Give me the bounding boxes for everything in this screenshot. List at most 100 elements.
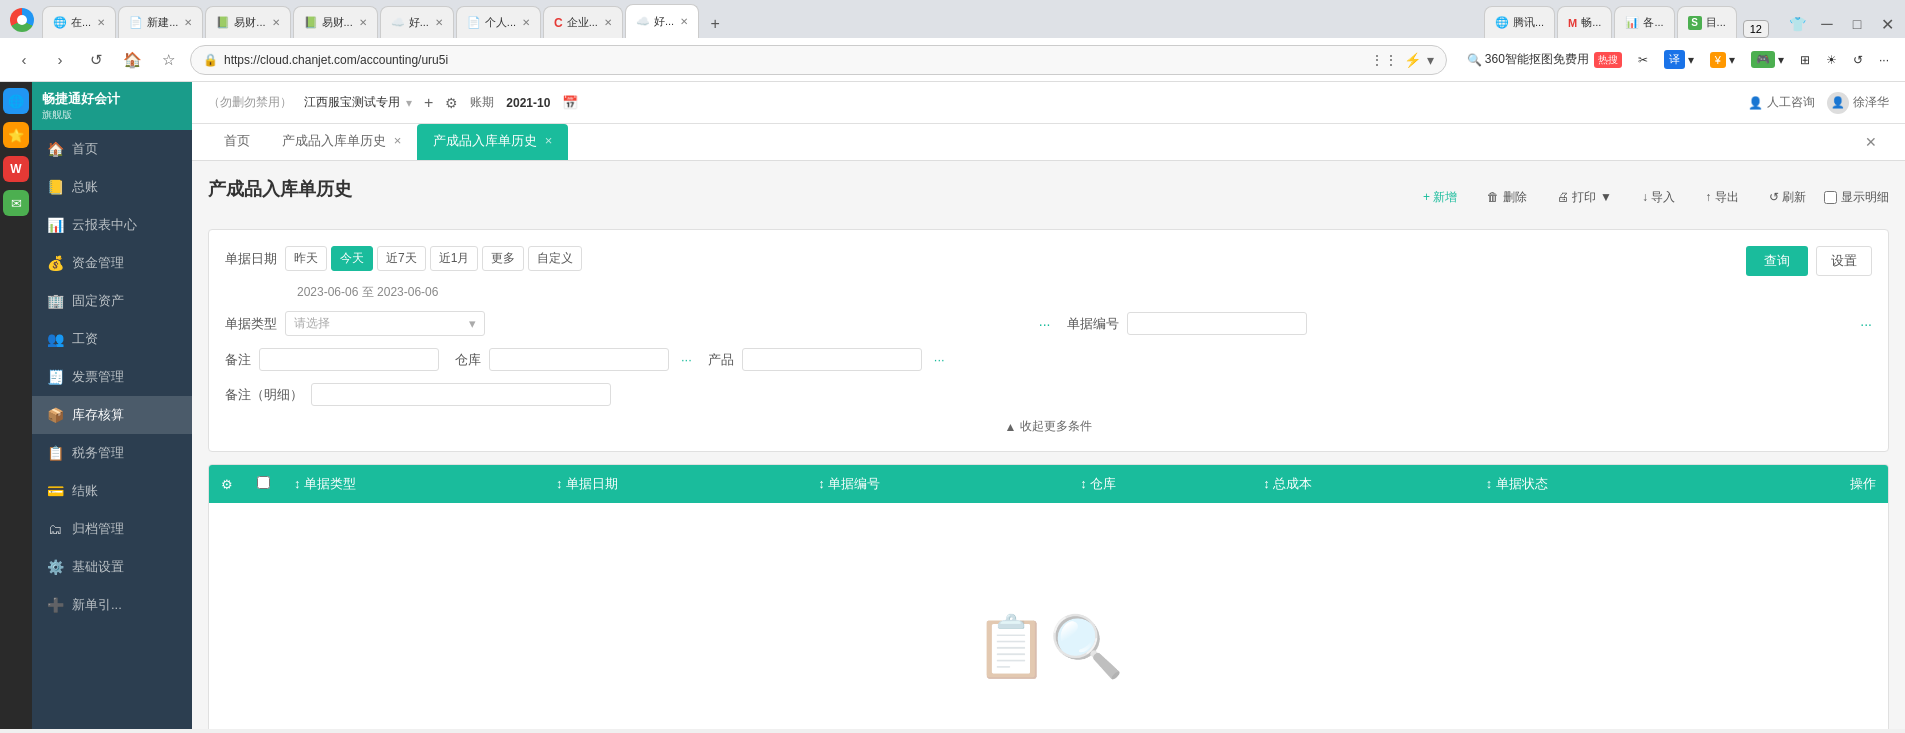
tab-close-5[interactable]: ✕ xyxy=(435,17,443,28)
sidebar-item-inventory[interactable]: 📦 库存核算 xyxy=(32,396,192,434)
company-selector[interactable]: 江西服宝测试专用 ▾ xyxy=(304,94,412,111)
apps-icon[interactable]: ⋮⋮ xyxy=(1370,52,1398,68)
tab-2[interactable]: 📄新建... ✕ xyxy=(118,6,203,38)
app-icon-star[interactable]: ⭐ xyxy=(3,122,29,148)
tab-close-8[interactable]: ✕ xyxy=(680,16,688,27)
tab-close-3[interactable]: ✕ xyxy=(272,17,280,28)
shirt-icon[interactable]: 👕 xyxy=(1783,10,1811,38)
app-icon-weibo[interactable]: W xyxy=(3,156,29,182)
add-company-btn[interactable]: + xyxy=(424,94,433,112)
show-detail-checkbox[interactable]: 显示明细 xyxy=(1824,189,1889,206)
bookmark-btn[interactable]: ☆ xyxy=(154,46,182,74)
panel-close-btn[interactable]: ✕ xyxy=(1853,126,1889,158)
number-input[interactable] xyxy=(1127,312,1307,335)
warehouse-dots[interactable]: ··· xyxy=(681,352,692,367)
warehouse-input[interactable] xyxy=(489,348,669,371)
1month-btn[interactable]: 近1月 xyxy=(430,246,479,271)
game-tool[interactable]: 🎮 ▾ xyxy=(1745,48,1790,71)
col-warehouse[interactable]: ↕ 仓库 xyxy=(1068,465,1251,503)
grid-tool[interactable]: ⊞ xyxy=(1794,50,1816,70)
product-dots[interactable]: ··· xyxy=(934,352,945,367)
collapse-btn[interactable]: ▲ 收起更多条件 xyxy=(225,418,1872,435)
currency-tool[interactable]: ¥ ▾ xyxy=(1704,49,1741,71)
export-btn[interactable]: ↑ 导出 xyxy=(1693,184,1750,211)
app-icon-browser[interactable]: 🌐 xyxy=(3,88,29,114)
app-icon-mail[interactable]: ✉ xyxy=(3,190,29,216)
remark-input[interactable] xyxy=(259,348,439,371)
cut-tool[interactable]: ✂ xyxy=(1632,50,1654,70)
dropdown-arrow[interactable]: ▾ xyxy=(1427,52,1434,68)
product-input[interactable] xyxy=(742,348,922,371)
query-btn[interactable]: 查询 xyxy=(1746,246,1808,276)
page-tab-close-history[interactable]: × xyxy=(545,133,553,148)
sidebar-item-newbill[interactable]: ➕ 新单引... xyxy=(32,586,192,624)
tab-12[interactable]: S目... xyxy=(1677,6,1737,38)
refresh-btn[interactable]: ↺ 刷新 xyxy=(1757,184,1818,211)
tab-close-6[interactable]: ✕ xyxy=(522,17,530,28)
search-tool[interactable]: 🔍 360智能抠图免费用 热搜 xyxy=(1461,48,1628,71)
sidebar-item-ledger[interactable]: 📒 总账 xyxy=(32,168,192,206)
lightning-icon[interactable]: ⚡ xyxy=(1404,52,1421,68)
col-date[interactable]: ↕ 单据日期 xyxy=(544,465,806,503)
tab-8-active[interactable]: ☁️好... ✕ xyxy=(625,4,699,38)
tab-4[interactable]: 📗易财... ✕ xyxy=(293,6,378,38)
col-settings[interactable]: ⚙ xyxy=(209,465,245,503)
theme-tool[interactable]: ☀ xyxy=(1820,50,1843,70)
print-btn[interactable]: 🖨 打印 ▼ xyxy=(1545,184,1624,211)
forward-btn[interactable]: › xyxy=(46,46,74,74)
7days-btn[interactable]: 近7天 xyxy=(377,246,426,271)
calendar-icon[interactable]: 📅 xyxy=(562,95,578,110)
tab-9[interactable]: 🌐腾讯... xyxy=(1484,6,1555,38)
sidebar-item-checkout[interactable]: 💳 结账 xyxy=(32,472,192,510)
close-window-btn[interactable]: ✕ xyxy=(1873,10,1901,38)
sidebar-item-finance[interactable]: 💰 资金管理 xyxy=(32,244,192,282)
delete-btn[interactable]: 🗑 删除 xyxy=(1475,184,1538,211)
col-total-cost[interactable]: ↕ 总成本 xyxy=(1251,465,1474,503)
undo-tool[interactable]: ↺ xyxy=(1847,50,1869,70)
today-btn[interactable]: 今天 xyxy=(331,246,373,271)
sidebar-item-archive[interactable]: 🗂 归档管理 xyxy=(32,510,192,548)
sidebar-item-fixed[interactable]: 🏢 固定资产 xyxy=(32,282,192,320)
sidebar-item-basic[interactable]: ⚙️ 基础设置 xyxy=(32,548,192,586)
consult-btn[interactable]: 👤 人工咨询 xyxy=(1748,94,1815,111)
tab-close-2[interactable]: ✕ xyxy=(184,17,192,28)
page-tab-home[interactable]: 首页 xyxy=(208,124,266,160)
sidebar-item-home[interactable]: 🏠 首页 xyxy=(32,130,192,168)
tab-close-4[interactable]: ✕ xyxy=(359,17,367,28)
tab-10[interactable]: M畅... xyxy=(1557,6,1612,38)
page-tab-list[interactable]: 产成品入库单历史 × xyxy=(266,124,417,160)
user-avatar[interactable]: 👤 徐泽华 xyxy=(1827,92,1889,114)
tab-3[interactable]: 📗易财... ✕ xyxy=(205,6,290,38)
reload-btn[interactable]: ↺ xyxy=(82,46,110,74)
new-tab-btn[interactable]: + xyxy=(701,10,729,38)
col-status[interactable]: ↕ 单据状态 xyxy=(1474,465,1736,503)
type-select[interactable]: 请选择 ▾ xyxy=(285,311,485,336)
sidebar-item-tax[interactable]: 📋 税务管理 xyxy=(32,434,192,472)
page-tab-close-list[interactable]: × xyxy=(394,133,402,148)
more-tool[interactable]: ··· xyxy=(1873,50,1895,70)
maximize-btn[interactable]: □ xyxy=(1843,10,1871,38)
more-date-btn[interactable]: 更多 xyxy=(482,246,524,271)
table-settings-btn[interactable]: 设置 xyxy=(1816,246,1872,276)
remark-detail-input[interactable] xyxy=(311,383,611,406)
add-btn[interactable]: + 新增 xyxy=(1411,184,1469,211)
settings-btn-header[interactable]: ⚙ xyxy=(445,95,458,111)
tab-11[interactable]: 📊各... xyxy=(1614,6,1674,38)
tab-7[interactable]: C企业... ✕ xyxy=(543,6,623,38)
minimize-btn[interactable]: ─ xyxy=(1813,10,1841,38)
col-checkbox[interactable] xyxy=(245,465,282,503)
translate-tool[interactable]: 译 ▾ xyxy=(1658,47,1700,72)
sidebar-item-invoice[interactable]: 🧾 发票管理 xyxy=(32,358,192,396)
tab-5[interactable]: ☁️好... ✕ xyxy=(380,6,454,38)
tab-close-7[interactable]: ✕ xyxy=(604,17,612,28)
col-number[interactable]: ↕ 单据编号 xyxy=(806,465,1068,503)
back-btn[interactable]: ‹ xyxy=(10,46,38,74)
tab-1[interactable]: 🌐在... ✕ xyxy=(42,6,116,38)
col-type[interactable]: ↕ 单据类型 xyxy=(282,465,544,503)
custom-date-btn[interactable]: 自定义 xyxy=(528,246,582,271)
tab-counter[interactable]: 12 xyxy=(1743,20,1769,38)
tab-6[interactable]: 📄个人... ✕ xyxy=(456,6,541,38)
address-bar[interactable]: 🔒 https://cloud.chanjet.com/accounting/u… xyxy=(190,45,1447,75)
home-btn[interactable]: 🏠 xyxy=(118,46,146,74)
page-tab-history[interactable]: 产成品入库单历史 × xyxy=(417,124,568,160)
